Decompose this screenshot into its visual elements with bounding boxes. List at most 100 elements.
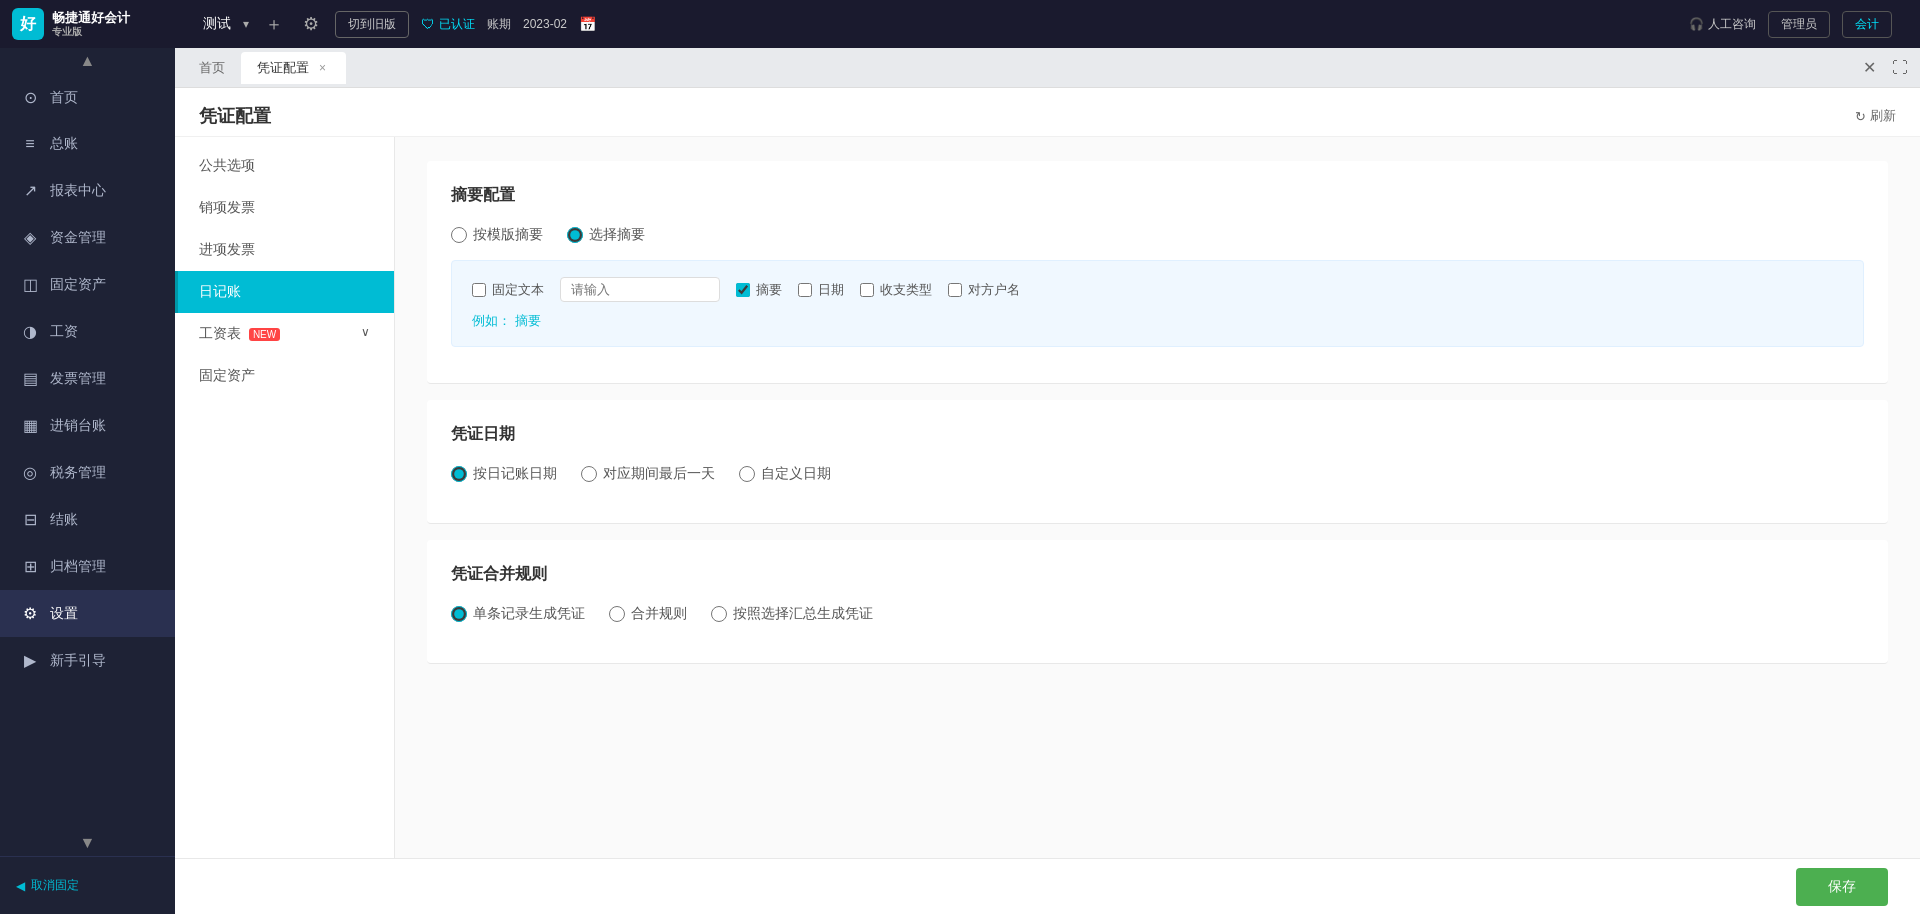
sidebar-item-sales-ledger[interactable]: ▦ 进销台账: [0, 402, 175, 449]
nav-item-journal[interactable]: 日记账: [175, 271, 394, 313]
tab-voucher-label: 凭证配置: [257, 59, 309, 77]
sidebar-item-archive[interactable]: ⊞ 归档管理: [0, 543, 175, 590]
nav-item-sales[interactable]: 销项发票: [175, 187, 394, 229]
add-button[interactable]: ＋: [261, 8, 287, 40]
radio-template-input[interactable]: [451, 227, 467, 243]
radio-aggregate-input[interactable]: [711, 606, 727, 622]
sidebar-bottom: ◀ 取消固定: [0, 856, 175, 914]
period-label: 账期: [487, 16, 511, 33]
checkbox-summary-input[interactable]: [736, 283, 750, 297]
checkbox-payment-type[interactable]: 收支类型: [860, 281, 932, 299]
sidebar-label-reports: 报表中心: [50, 182, 106, 200]
radio-journal-date[interactable]: 按日记账日期: [451, 465, 557, 483]
sidebar-label-tax: 税务管理: [50, 464, 106, 482]
support-button[interactable]: 🎧 人工咨询: [1689, 16, 1756, 33]
switch-version-button[interactable]: 切到旧版: [335, 11, 409, 38]
nav-item-purchase[interactable]: 进项发票: [175, 229, 394, 271]
radio-custom-date-input[interactable]: [739, 466, 755, 482]
scroll-down-arrow[interactable]: ▼: [0, 830, 175, 856]
summary-title: 摘要配置: [451, 185, 1864, 206]
sidebar-item-invoice[interactable]: ▤ 发票管理: [0, 355, 175, 402]
checkbox-fixed-label: 固定文本: [492, 281, 544, 299]
close-icon[interactable]: ✕: [1859, 54, 1880, 81]
close-period-icon: ⊟: [20, 510, 40, 529]
sidebar-item-close[interactable]: ⊟ 结账: [0, 496, 175, 543]
nav-label-fixed: 固定资产: [199, 367, 255, 383]
logo-main: 畅捷通好会计: [52, 10, 130, 26]
refresh-icon: ↻: [1855, 109, 1866, 124]
nav-label-sales: 销项发票: [199, 199, 255, 215]
refresh-button[interactable]: ↻ 刷新: [1855, 107, 1896, 125]
refresh-label: 刷新: [1870, 107, 1896, 125]
sidebar-item-tax[interactable]: ◎ 税务管理: [0, 449, 175, 496]
checkbox-date-input[interactable]: [798, 283, 812, 297]
sidebar-item-assets[interactable]: ◫ 固定资产: [0, 261, 175, 308]
company-name[interactable]: 测试: [203, 15, 231, 33]
date-section: 凭证日期 按日记账日期 对应期间最后一天: [427, 400, 1888, 524]
sales-ledger-icon: ▦: [20, 416, 40, 435]
radio-template-summary[interactable]: 按模版摘要: [451, 226, 543, 244]
right-content: 摘要配置 按模版摘要 选择摘要: [395, 137, 1920, 858]
admin-button[interactable]: 管理员: [1768, 11, 1830, 38]
nav-item-payroll[interactable]: 工资表 NEW ∨: [175, 313, 394, 355]
fullscreen-icon[interactable]: ⛶: [1888, 55, 1912, 81]
radio-period-last-day-input[interactable]: [581, 466, 597, 482]
cancel-fixed-button[interactable]: ◀ 取消固定: [0, 867, 175, 904]
tab-home[interactable]: 首页: [183, 52, 241, 84]
checkbox-date[interactable]: 日期: [798, 281, 844, 299]
sidebar-item-ledger[interactable]: ≡ 总账: [0, 121, 175, 167]
content-area: 首页 凭证配置 × ✕ ⛶ 凭证配置 ↻ 刷新: [175, 48, 1920, 914]
nav-item-public[interactable]: 公共选项: [175, 145, 394, 187]
checkbox-counterparty-input[interactable]: [948, 283, 962, 297]
example-prefix: 例如：: [472, 313, 511, 328]
checkbox-summary[interactable]: 摘要: [736, 281, 782, 299]
nav-item-fixed[interactable]: 固定资产: [175, 355, 394, 397]
radio-aggregate-label: 按照选择汇总生成凭证: [733, 605, 873, 623]
radio-single-record-input[interactable]: [451, 606, 467, 622]
radio-select-summary[interactable]: 选择摘要: [567, 226, 645, 244]
calendar-icon[interactable]: 📅: [579, 16, 596, 32]
period-value: 2023-02: [523, 17, 567, 31]
sidebar-item-payroll[interactable]: ◑ 工资: [0, 308, 175, 355]
radio-journal-date-input[interactable]: [451, 466, 467, 482]
tab-bar: 首页 凭证配置 × ✕ ⛶: [175, 48, 1920, 88]
accountant-button[interactable]: 会计: [1842, 11, 1892, 38]
page-footer: 保存: [175, 858, 1920, 914]
tax-icon: ◎: [20, 463, 40, 482]
logo-area: 好 畅捷通好会计 专业版: [12, 8, 187, 40]
radio-aggregate[interactable]: 按照选择汇总生成凭证: [711, 605, 873, 623]
summary-radio-group: 按模版摘要 选择摘要: [451, 226, 1864, 244]
radio-merge-rules-input[interactable]: [609, 606, 625, 622]
chevron-down-icon[interactable]: ▾: [243, 17, 249, 31]
checkbox-fixed-input[interactable]: [472, 283, 486, 297]
top-header: 好 畅捷通好会计 专业版 测试 ▾ ＋ ⚙ 切到旧版 🛡 已认证 账期 2023…: [0, 0, 1920, 48]
tab-close-icon[interactable]: ×: [315, 59, 330, 77]
sidebar-item-settings[interactable]: ⚙ 设置: [0, 590, 175, 637]
radio-custom-date[interactable]: 自定义日期: [739, 465, 831, 483]
nav-label-purchase: 进项发票: [199, 241, 255, 257]
settings-icon[interactable]: ⚙: [299, 9, 323, 39]
checkbox-counterparty[interactable]: 对方户名: [948, 281, 1020, 299]
logo-sub: 专业版: [52, 26, 130, 38]
checkbox-payment-input[interactable]: [860, 283, 874, 297]
checkbox-fixed-text[interactable]: 固定文本: [472, 281, 544, 299]
sidebar-item-funds[interactable]: ◈ 资金管理: [0, 214, 175, 261]
nav-label-journal: 日记账: [199, 283, 241, 299]
headset-icon: 🎧: [1689, 17, 1704, 31]
sidebar-label-home: 首页: [50, 89, 78, 107]
radio-single-record[interactable]: 单条记录生成凭证: [451, 605, 585, 623]
radio-select-input[interactable]: [567, 227, 583, 243]
scroll-up-arrow[interactable]: ▲: [0, 48, 175, 74]
fixed-text-input[interactable]: [560, 277, 720, 302]
sidebar-label-ledger: 总账: [50, 135, 78, 153]
save-button[interactable]: 保存: [1796, 868, 1888, 906]
tab-voucher-config[interactable]: 凭证配置 ×: [241, 52, 346, 84]
radio-period-last-day[interactable]: 对应期间最后一天: [581, 465, 715, 483]
radio-template-label: 按模版摘要: [473, 226, 543, 244]
sidebar-item-home[interactable]: ⊙ 首页: [0, 74, 175, 121]
radio-single-record-label: 单条记录生成凭证: [473, 605, 585, 623]
sidebar-item-reports[interactable]: ↗ 报表中心: [0, 167, 175, 214]
radio-merge-rules[interactable]: 合并规则: [609, 605, 687, 623]
sidebar-label-close: 结账: [50, 511, 78, 529]
sidebar-item-guide[interactable]: ▶ 新手引导: [0, 637, 175, 684]
